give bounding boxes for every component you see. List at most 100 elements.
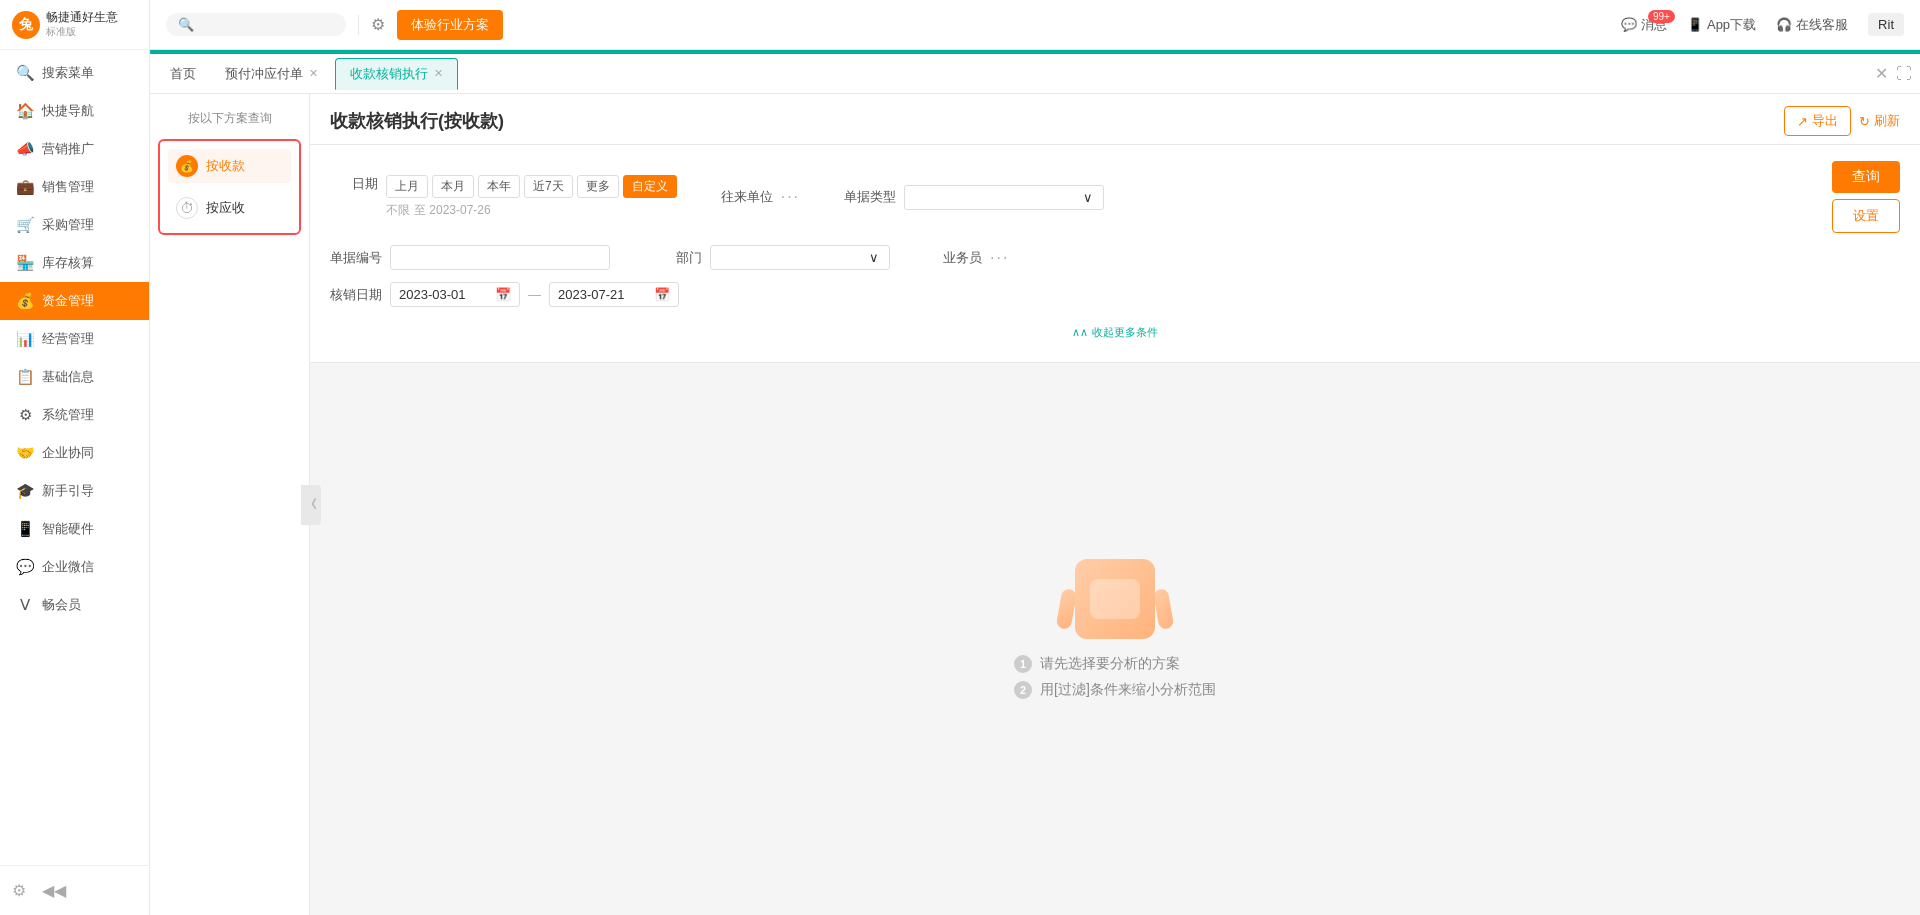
filter-item-by-receivable[interactable]: ⏱ 按应收 <box>168 191 291 225</box>
sidebar-logo: 兔 畅捷通好生意 标准版 <box>0 0 149 50</box>
guide-icon: 🎓 <box>16 482 34 500</box>
search-topbar-icon: 🔍 <box>178 17 194 32</box>
purchase-icon: 🛒 <box>16 216 34 234</box>
wechat-icon: 💬 <box>16 558 34 576</box>
topbar-divider <box>358 15 359 35</box>
topbar-gear-icon[interactable]: ⚙ <box>371 15 385 34</box>
sidebar-item-basic[interactable]: 📋 基础信息 <box>0 358 149 396</box>
sidebar-item-purchase-label: 采购管理 <box>42 216 94 234</box>
page-title: 收款核销执行(按收款) <box>330 109 504 133</box>
date-label: 日期 <box>330 175 378 193</box>
collapse-filter-panel-btn[interactable]: 《 <box>301 485 321 525</box>
sidebar-item-operations-label: 经营管理 <box>42 330 94 348</box>
sidebar-item-inventory[interactable]: 🏪 库存核算 <box>0 244 149 282</box>
query-button[interactable]: 查询 <box>1832 161 1900 193</box>
sidebar-item-quicknav-label: 快捷导航 <box>42 102 94 120</box>
date-btn-last-month[interactable]: 上月 <box>386 175 428 198</box>
sidebar-item-wechat[interactable]: 💬 企业微信 <box>0 548 149 586</box>
date-btn-this-month[interactable]: 本月 <box>432 175 474 198</box>
sidebar-item-system[interactable]: ⚙ 系统管理 <box>0 396 149 434</box>
topbar-message[interactable]: 💬 消息 99+ <box>1621 16 1667 34</box>
app-logo-icon: 兔 <box>12 11 40 39</box>
sidebar-item-member[interactable]: Ⅴ 畅会员 <box>0 586 149 624</box>
hardware-icon: 📱 <box>16 520 34 538</box>
verify-date-end[interactable]: 2023-07-21 📅 <box>549 282 679 307</box>
refresh-button[interactable]: ↻ 刷新 <box>1859 112 1900 130</box>
sidebar-item-operations[interactable]: 📊 经营管理 <box>0 320 149 358</box>
partner-label: 往来单位 <box>721 188 773 206</box>
sidebar-item-search[interactable]: 🔍 搜索菜单 <box>0 54 149 92</box>
export-button[interactable]: ↗ 导出 <box>1784 106 1851 136</box>
date-btn-this-year[interactable]: 本年 <box>478 175 520 198</box>
settings-bottom-icon[interactable]: ⚙ <box>12 881 26 900</box>
topbar-user[interactable]: Rit <box>1868 13 1904 36</box>
home-icon: 🏠 <box>16 102 34 120</box>
empty-state: 1 请先选择要分析的方案 2 用[过滤]条件来缩小分析范围 <box>310 363 1920 915</box>
tab-prepay-close[interactable]: ✕ <box>309 67 318 80</box>
date-btn-7days[interactable]: 近7天 <box>524 175 573 198</box>
collapse-more-btn[interactable]: ∧∧ 收起更多条件 <box>330 319 1900 346</box>
expand-tab-icon[interactable]: ⛶ <box>1896 65 1912 83</box>
sidebar-item-enterprise[interactable]: 🤝 企业协同 <box>0 434 149 472</box>
user-name: Rit <box>1878 17 1894 32</box>
sidebar-bottom: ⚙ ◀◀ <box>0 865 149 915</box>
page-actions: ↗ 导出 ↻ 刷新 <box>1784 106 1900 136</box>
tab-prepay[interactable]: 预付冲应付单 ✕ <box>210 58 333 90</box>
filter-panel-title: 按以下方案查询 <box>158 106 301 131</box>
sidebar-item-purchase[interactable]: 🛒 采购管理 <box>0 206 149 244</box>
sidebar-item-hardware[interactable]: 📱 智能硬件 <box>0 510 149 548</box>
collapse-sidebar-icon[interactable]: ◀◀ <box>42 881 66 900</box>
robot-face <box>1090 579 1140 619</box>
sidebar-item-sales[interactable]: 💼 销售管理 <box>0 168 149 206</box>
sales-icon: 💼 <box>16 178 34 196</box>
topbar-online-service[interactable]: 🎧 在线客服 <box>1776 16 1848 34</box>
sidebar-item-basic-label: 基础信息 <box>42 368 94 386</box>
close-tab-icon[interactable]: ✕ <box>1875 64 1888 83</box>
tab-writeoff-close[interactable]: ✕ <box>434 67 443 80</box>
docno-label: 单据编号 <box>330 249 382 267</box>
tab-writeoff-label: 收款核销执行 <box>350 65 428 83</box>
topbar-app-download[interactable]: 📱 App下载 <box>1687 16 1756 34</box>
calendar-end-icon: 📅 <box>654 287 670 302</box>
date-btn-custom[interactable]: 自定义 <box>623 175 677 198</box>
verify-end-value: 2023-07-21 <box>558 287 625 302</box>
filter-item-by-receipt[interactable]: 💰 按收款 <box>168 149 291 183</box>
refresh-icon: ↻ <box>1859 114 1870 129</box>
sidebar-item-funds[interactable]: 💰 资金管理 <box>0 282 149 320</box>
tip-text-1: 请先选择要分析的方案 <box>1040 655 1180 673</box>
tip-num-2: 2 <box>1014 681 1032 699</box>
docno-input[interactable] <box>390 245 610 270</box>
tab-writeoff[interactable]: 收款核销执行 ✕ <box>335 58 458 90</box>
topbar-right: 💬 消息 99+ 📱 App下载 🎧 在线客服 Rit <box>1621 13 1904 36</box>
tip-num-1: 1 <box>1014 655 1032 673</box>
sidebar-item-guide[interactable]: 🎓 新手引导 <box>0 472 149 510</box>
sidebar-item-enterprise-label: 企业协同 <box>42 444 94 462</box>
date-btn-more[interactable]: 更多 <box>577 175 619 198</box>
tab-home-label: 首页 <box>170 66 196 81</box>
tab-home[interactable]: 首页 <box>158 59 208 89</box>
inventory-icon: 🏪 <box>16 254 34 272</box>
page-header: 收款核销执行(按收款) ↗ 导出 ↻ 刷新 <box>310 94 1920 145</box>
doctype-select[interactable]: ∨ <box>904 185 1104 210</box>
verify-date-label: 核销日期 <box>330 286 382 304</box>
funds-icon: 💰 <box>16 292 34 310</box>
settings-button[interactable]: 设置 <box>1832 199 1900 233</box>
solution-button[interactable]: 体验行业方案 <box>397 10 503 40</box>
partner-select-ellipsis[interactable]: ··· <box>781 188 800 206</box>
tabbar-actions: ✕ ⛶ <box>1875 64 1912 83</box>
app-edition: 标准版 <box>46 25 118 39</box>
robot-illustration <box>1055 519 1175 639</box>
verify-date-start[interactable]: 2023-03-01 📅 <box>390 282 520 307</box>
sidebar-item-quicknav[interactable]: 🏠 快捷导航 <box>0 92 149 130</box>
by-receivable-icon: ⏱ <box>176 197 198 219</box>
dept-chevron-icon: ∨ <box>869 250 879 265</box>
message-badge: 99+ <box>1648 10 1675 23</box>
tab-prepay-label: 预付冲应付单 <box>225 65 303 83</box>
verify-date-group: 核销日期 2023-03-01 📅 — 2023-07-21 📅 <box>330 282 679 307</box>
dept-select[interactable]: ∨ <box>710 245 890 270</box>
online-service-label: 在线客服 <box>1796 16 1848 34</box>
topbar-search[interactable]: 🔍 <box>166 13 346 36</box>
marketing-icon: 📣 <box>16 140 34 158</box>
staff-select-ellipsis[interactable]: ··· <box>990 249 1009 267</box>
sidebar-item-marketing[interactable]: 📣 营销推广 <box>0 130 149 168</box>
